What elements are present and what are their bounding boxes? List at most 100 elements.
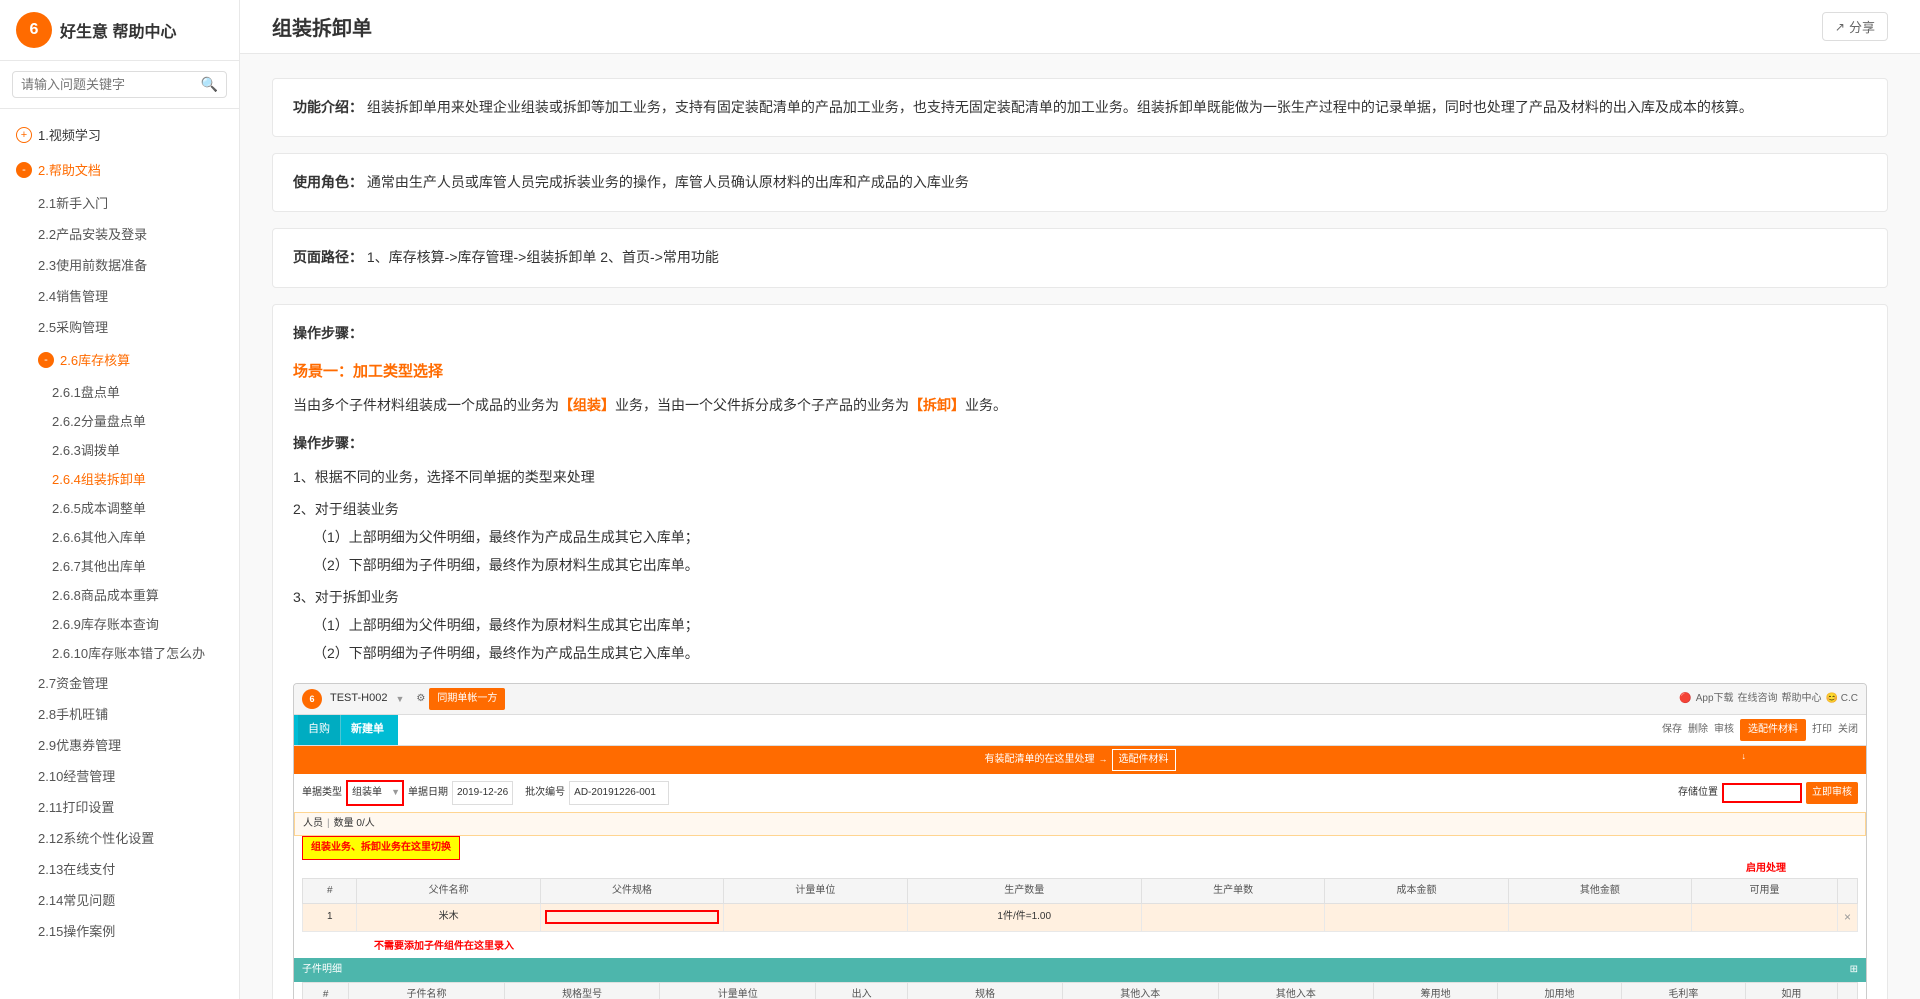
sidebar-item-2-6-5[interactable]: 2.6.5成本调整单 [0,493,239,522]
annotation-bar: 有装配清单的在这里处理 → 选配件材料 ↓ [294,746,1866,774]
nav-item-2-6-header[interactable]: - 2.6库存核算 [0,342,239,377]
role-box: 使用角色： 通常由生产人员或库管人员完成拆装业务的操作，库管人员确认原材料的出库… [272,153,1888,212]
sim-storage-input[interactable] [1722,783,1802,803]
td-1-spec-input[interactable] [545,910,719,924]
td-1-avail [1692,903,1838,932]
sim-batch-label: 批次编号 [525,784,565,802]
scene1-title: 场景一：加工类型选择 [293,358,1867,385]
th-prod-qty: 生产数量 [907,878,1141,903]
page-title: 组装拆卸单 [272,12,372,41]
sidebar-item-2-6-9[interactable]: 2.6.9库存账本查询 [0,609,239,638]
nav-item-help-label: 2.帮助文档 [38,160,101,179]
sim-date-label: 单据日期 [408,784,448,802]
sim-tab-xjd[interactable]: 新建单 [341,715,394,745]
sidebar-item-2-6-3[interactable]: 2.6.3调拨单 [0,435,239,464]
feature-intro-text: 组装拆卸单用来处理企业组装或拆卸等加工业务，支持有固定装配清单的产品加工业务，也… [367,99,1753,115]
sidebar-item-2-5[interactable]: 2.5采购管理 [0,311,239,342]
sim-tab-zg[interactable]: 自购 [298,715,341,745]
nav-item-video-label: 1.视频学习 [38,125,101,144]
sim-action-btn[interactable]: 选配件材料 [1740,719,1806,741]
search-box: 🔍 [0,61,239,109]
sidebar-item-2-4[interactable]: 2.4销售管理 [0,280,239,311]
sidebar-item-2-15[interactable]: 2.15操作案例 [0,915,239,946]
th-avail: 可用量 [1692,878,1838,903]
feature-intro-label: 功能介绍： [293,99,363,115]
th-other-amt: 其他金额 [1508,878,1691,903]
nav-item-2-6: - 2.6库存核算 2.6.1盘点单 2.6.2分量盘点单 2.6.3调拨单 2… [0,342,239,667]
step3-sub2: （2）下部明细为子件明细，最终作为产成品生成其它入库单。 [313,639,1867,667]
sidebar-item-2-11[interactable]: 2.11打印设置 [0,791,239,822]
share-button[interactable]: ↗ 分享 [1822,12,1888,41]
app-name: 好生意 帮助中心 [60,18,176,42]
path-label: 页面路径： [293,249,363,265]
sidebar-item-2-1[interactable]: 2.1新手入门 [0,187,239,218]
annotation1-text: 有装配清单的在这里处理 [985,751,1095,769]
sim-storage-label: 存储位置 [1678,784,1718,802]
sidebar-item-2-6-2[interactable]: 2.6.2分量盘点单 [0,406,239,435]
td-1-spec [540,903,723,932]
sidebar-item-2-14[interactable]: 2.14常见问题 [0,884,239,915]
sidebar-item-2-6-4[interactable]: 2.6.4组装拆卸单 [0,464,239,493]
td-1-unit [724,903,907,932]
sidebar-item-2-12[interactable]: 2.12系统个性化设置 [0,822,239,853]
step2-sub1: （1）上部明细为父件明细，最终作为产成品生成其它入库单； [313,523,1867,551]
nav-list: + 1.视频学习 - 2.帮助文档 2.1新手入门 2.2产品安装及登录 2.3… [0,109,239,999]
step1: 1、根据不同的业务，选择不同单据的类型来处理 [293,463,1867,491]
ops-steps-label: 操作步骤： [293,429,1867,457]
nav-item-video-header[interactable]: + 1.视频学习 [0,117,239,152]
ops-title: 操作步骤： [293,321,1867,346]
sidebar-item-2-6-1[interactable]: 2.6.1盘点单 [0,377,239,406]
td-1-sets [1141,903,1324,932]
sidebar-header: 6 好生意 帮助中心 [0,0,239,61]
step2: 2、对于组装业务 [293,495,1867,523]
role-text: 通常由生产人员或库管人员完成拆装业务的操作，库管人员确认原材料的出库和产成品的入… [367,174,969,190]
app-logo: 6 [16,12,52,48]
sim-tab-bar: 自购 新建单 保存 删除 审核 选配件材料 打印 关闭 [294,715,1866,746]
share-label: 分享 [1849,17,1875,36]
sim-type-label: 单据类型 [302,784,342,802]
main-area: 组装拆卸单 ↗ 分享 功能介绍： 组装拆卸单用来处理企业组装或拆卸等加工业务，支… [240,0,1920,999]
sim-date-input[interactable]: 2019-12-26 [452,781,513,805]
search-wrap: 🔍 [12,71,227,98]
search-input[interactable] [21,77,201,92]
collapse-icon-2-6: - [38,352,54,368]
sidebar-item-2-7[interactable]: 2.7资金管理 [0,667,239,698]
screenshot-wrapper: 6 TEST-H002 ▼ ⚙ 同期单帐一方 🔴 App下载 在线咨询 帮助中心 [293,683,1867,999]
td-1-del[interactable]: × [1838,903,1858,932]
th-parent-spec: 父件规格 [540,878,723,903]
sidebar-item-2-9[interactable]: 2.9优惠券管理 [0,729,239,760]
sidebar-item-2-2[interactable]: 2.2产品安装及登录 [0,218,239,249]
sim-select-btn[interactable]: 选配件材料 [1112,749,1176,771]
scene1-desc: 当由多个子件材料组装成一个成品的业务为【组装】业务，当由一个父件拆分成多个子产品… [293,391,1867,419]
sidebar-item-2-10[interactable]: 2.10经营管理 [0,760,239,791]
nav-item-2-6-label: 2.6库存核算 [60,350,130,369]
sim-batch-input[interactable]: AD-20191226-001 [569,781,669,805]
search-icon[interactable]: 🔍 [201,76,218,93]
step3: 3、对于拆卸业务 [293,583,1867,611]
main-header: 组装拆卸单 ↗ 分享 [240,0,1920,54]
sim-new-btn[interactable]: 同期单帐一方 [429,688,505,710]
sidebar-item-2-8[interactable]: 2.8手机旺铺 [0,698,239,729]
sim-type-input[interactable]: 组装单 ▼ [346,780,404,806]
sub-nav-help: 2.1新手入门 2.2产品安装及登录 2.3使用前数据准备 2.4销售管理 2.… [0,187,239,946]
sidebar-item-2-13[interactable]: 2.13在线支付 [0,853,239,884]
sidebar-item-2-6-10[interactable]: 2.6.10库存账本错了怎么办 [0,638,239,667]
sidebar-item-2-6-8[interactable]: 2.6.8商品成本重算 [0,580,239,609]
sim-table2-icon: ⊞ [1850,961,1858,979]
table-row-1: 1 米木 1件/件=1.00 [303,903,1858,932]
sim-top-bar: 6 TEST-H002 ▼ ⚙ 同期单帐一方 🔴 App下载 在线咨询 帮助中心 [294,684,1866,715]
sim-screenshot: 6 TEST-H002 ▼ ⚙ 同期单帐一方 🔴 App下载 在线咨询 帮助中心 [293,683,1867,999]
th-prod-sets: 生产单数 [1141,878,1324,903]
sim-table2-label: 子件明细 [302,961,342,979]
share-icon: ↗ [1835,20,1845,34]
th-num: # [303,878,357,903]
nav-item-help-header[interactable]: - 2.帮助文档 [0,152,239,187]
sim-app-logo: 6 [302,689,322,709]
sidebar-item-2-3[interactable]: 2.3使用前数据准备 [0,249,239,280]
sidebar-item-2-6-6[interactable]: 2.6.6其他入库单 [0,522,239,551]
sim-confirm-btn[interactable]: 立即审核 [1806,782,1858,804]
main-content: 功能介绍： 组装拆卸单用来处理企业组装或拆卸等加工业务，支持有固定装配清单的产品… [240,54,1920,999]
annotation3-text: 启用处理 [294,860,1866,878]
sidebar-item-2-6-7[interactable]: 2.6.7其他出库单 [0,551,239,580]
sidebar: 6 好生意 帮助中心 🔍 + 1.视频学习 - 2.帮助文档 2.1新手入门 2… [0,0,240,999]
